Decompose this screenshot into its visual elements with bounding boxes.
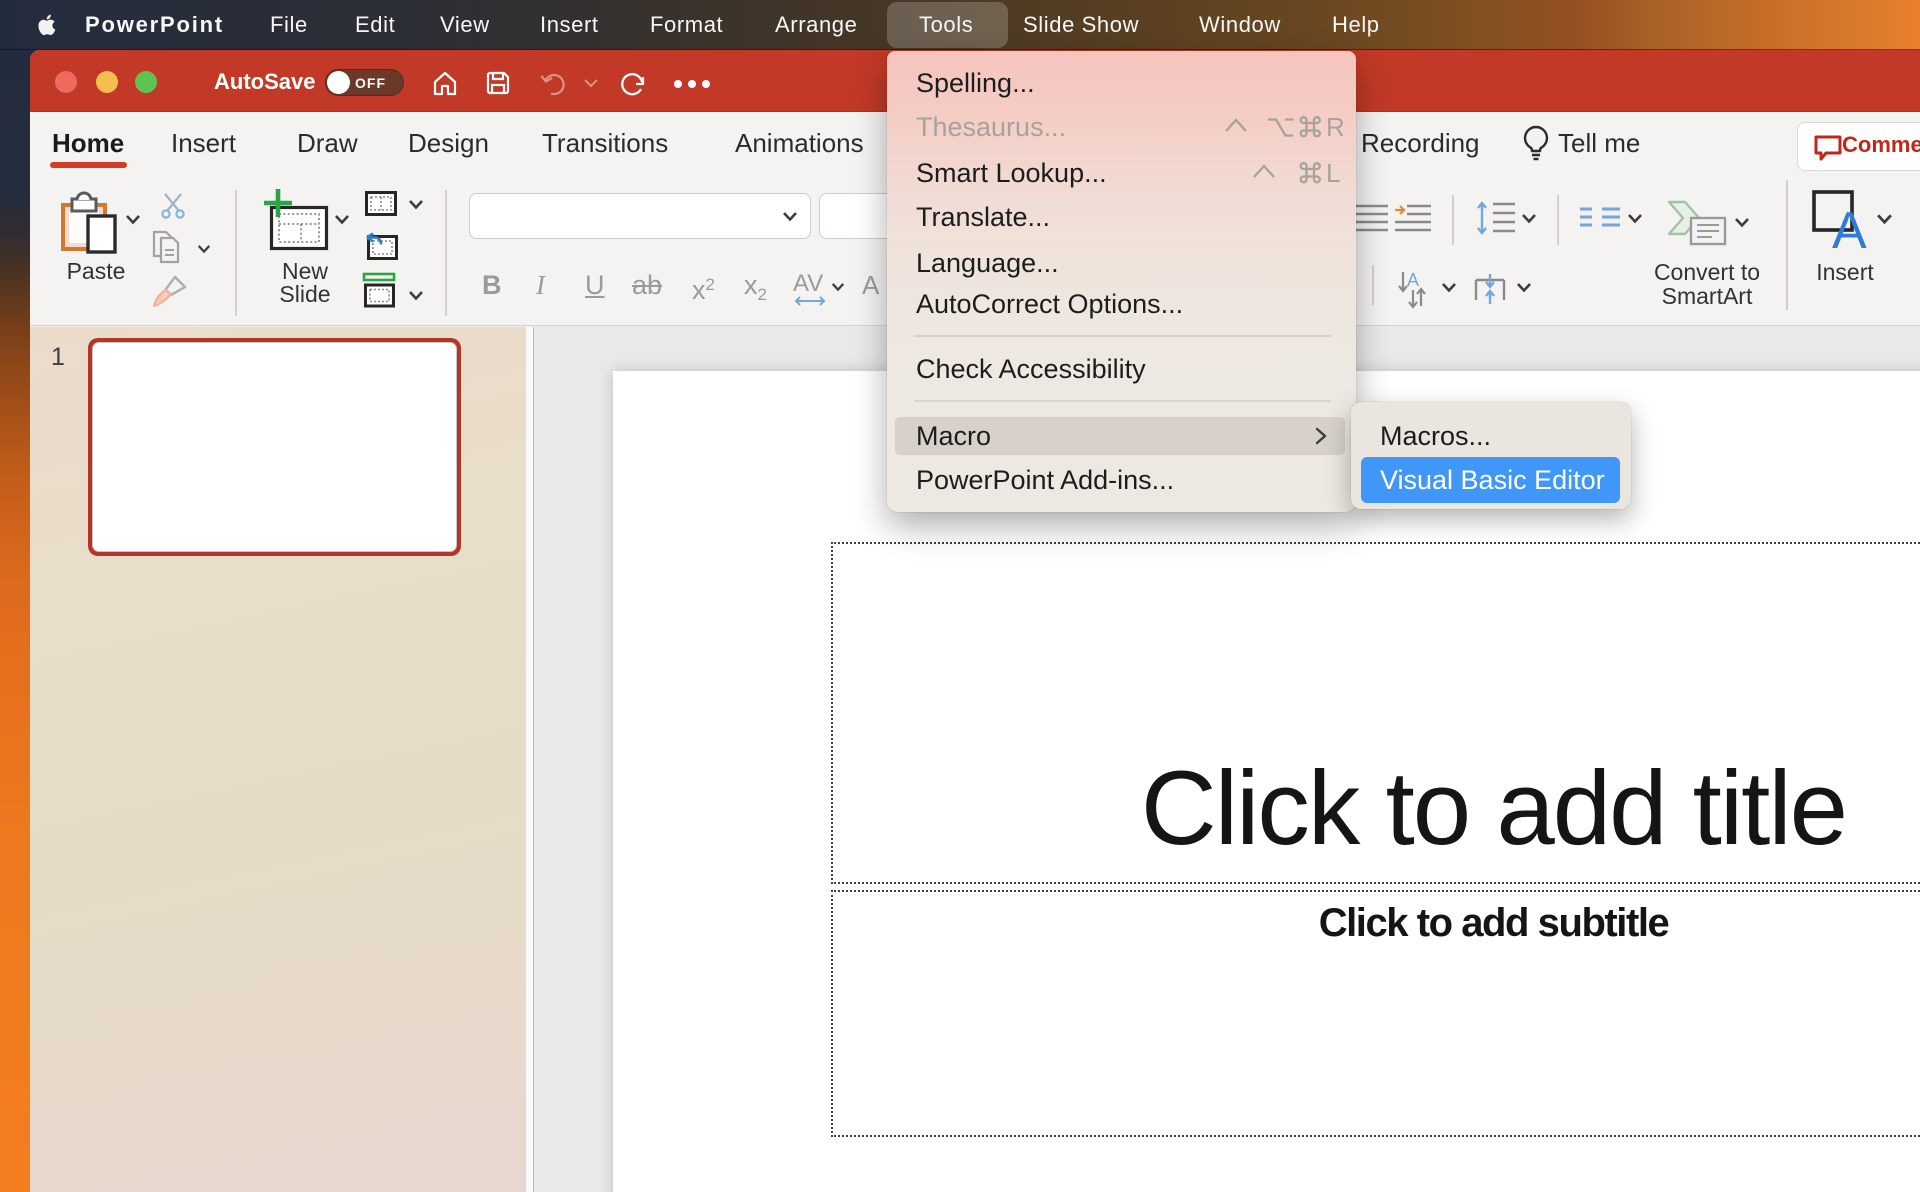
svg-text:L: L: [1326, 158, 1340, 188]
svg-text:A: A: [1832, 202, 1867, 260]
svg-text:R: R: [1326, 112, 1345, 142]
svg-text:A: A: [1407, 270, 1419, 290]
